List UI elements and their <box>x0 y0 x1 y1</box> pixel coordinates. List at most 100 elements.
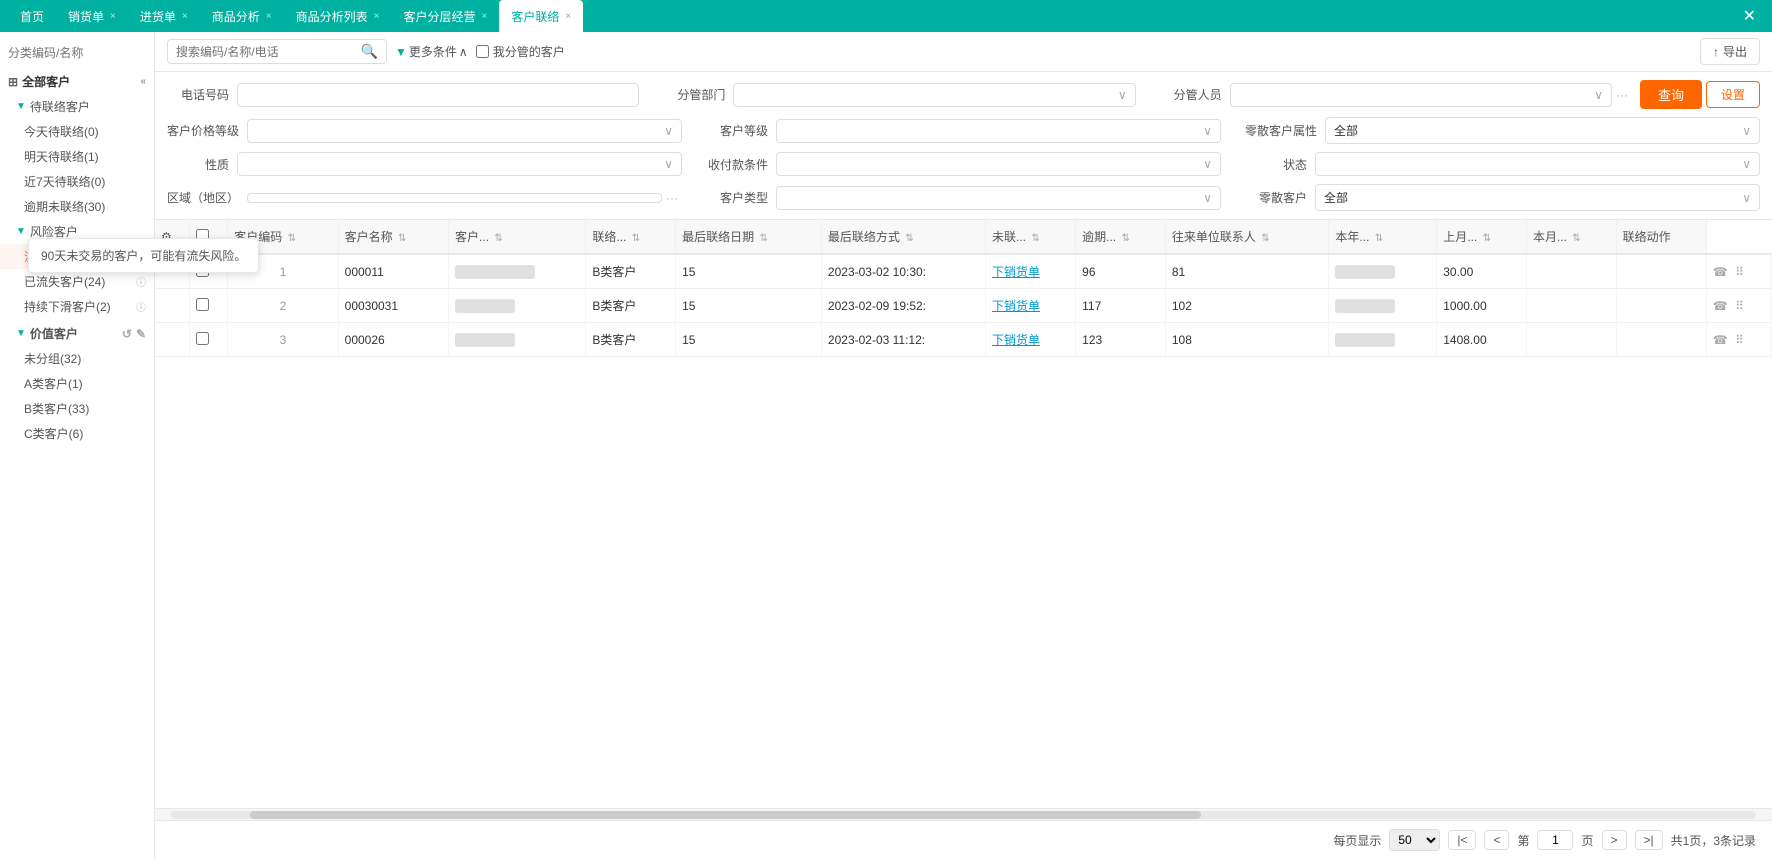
row-last-contact-date: 2023-02-03 11:12: <box>821 323 985 357</box>
more-button[interactable]: ··· <box>1612 88 1632 102</box>
refresh-icon[interactable]: ↺ <box>122 327 132 341</box>
close-icon[interactable]: × <box>182 11 188 22</box>
filter-phone-input[interactable] <box>237 83 639 107</box>
query-button[interactable]: 查询 <box>1640 80 1702 109</box>
row-last-contact-type[interactable]: 下销货单 <box>986 323 1076 357</box>
filter-nature-select[interactable]: ∨ <box>237 152 682 176</box>
row-last-contact-type[interactable]: 下销货单 <box>986 254 1076 289</box>
sidebar-item-a-class[interactable]: A类客户(1) <box>0 371 154 396</box>
filter-retail-attr-select[interactable]: 全部 ∨ <box>1325 117 1760 144</box>
chevron-down-icon: ∨ <box>1118 88 1127 102</box>
th-contact-person: 往来单位联系人 ⇅ <box>1165 220 1329 254</box>
more-button[interactable]: ··· <box>662 191 682 205</box>
row-last-month <box>1526 254 1616 289</box>
row-type: B类客户 <box>586 289 676 323</box>
chevron-down-icon: ∨ <box>664 124 673 138</box>
close-icon[interactable]: × <box>266 11 272 22</box>
info-icon: ⓘ <box>136 299 146 314</box>
my-customers-checkbox[interactable] <box>476 45 489 58</box>
scrollbar-track <box>171 811 1756 819</box>
row-checkbox[interactable] <box>196 332 209 345</box>
th-type: 客户... ⇅ <box>449 220 586 254</box>
last-page-button[interactable]: >| <box>1635 830 1663 850</box>
row-contact-person <box>1329 323 1437 357</box>
close-icon[interactable]: × <box>481 11 487 22</box>
contact-action-icon[interactable]: ☎ <box>1713 333 1728 347</box>
filter-manager-select[interactable]: ∨ <box>1230 83 1612 107</box>
sidebar-item-today-contact[interactable]: 今天待联络(0) <box>0 119 154 144</box>
filter-retail-customer-select[interactable]: 全部 ∨ <box>1315 184 1760 211</box>
close-icon[interactable]: × <box>110 11 116 22</box>
row-this-month <box>1616 289 1706 323</box>
window-close-button[interactable]: ✕ <box>1735 6 1764 26</box>
row-type: B类客户 <box>586 323 676 357</box>
row-checkbox[interactable] <box>196 298 209 311</box>
sidebar-item-overdue-contact[interactable]: 逾期未联络(30) <box>0 194 154 219</box>
sidebar-item-week-contact[interactable]: 近7天待联络(0) <box>0 169 154 194</box>
edit-icon[interactable]: ✎ <box>136 327 146 341</box>
th-last-month: 上月... ⇅ <box>1437 220 1527 254</box>
arrow-down-icon: ▼ <box>16 328 26 339</box>
horizontal-scrollbar[interactable] <box>155 808 1772 820</box>
settings-button[interactable]: 设置 <box>1706 81 1760 108</box>
nav-customer-contact[interactable]: 客户联络 × <box>499 0 583 32</box>
sidebar-search-input[interactable] <box>8 46 155 60</box>
sidebar-group-value-customers[interactable]: ▼ 价值客户 ↺ ✎ <box>0 319 154 346</box>
row-contact-count: 15 <box>676 323 822 357</box>
row-code: 000026 <box>338 323 448 357</box>
chevron-down-icon: ∨ <box>1203 124 1212 138</box>
close-icon[interactable]: × <box>374 11 380 22</box>
export-button[interactable]: ↑ 导出 <box>1700 38 1760 65</box>
sidebar-search-wrap: 🔍 <box>0 40 154 65</box>
sidebar-item-c-class[interactable]: C类客户(6) <box>0 421 154 446</box>
row-this-year: 1408.00 <box>1437 323 1527 357</box>
nav-sales-order[interactable]: 销货单 × <box>56 0 128 32</box>
row-last-contact-type[interactable]: 下销货单 <box>986 289 1076 323</box>
first-page-button[interactable]: |< <box>1448 830 1476 850</box>
filter-payment-select[interactable]: ∨ <box>776 152 1221 176</box>
th-uncontacted: 未联... ⇅ <box>986 220 1076 254</box>
page-size-select[interactable]: 50 100 200 <box>1389 829 1440 851</box>
search-button[interactable]: 🔍 <box>361 43 378 60</box>
filter-region-select[interactable] <box>247 193 662 203</box>
filter-price-level-select[interactable]: ∨ <box>247 119 682 143</box>
more-conditions-button[interactable]: ▼ 更多条件 ∧ <box>395 43 468 60</box>
sidebar-item-tomorrow-contact[interactable]: 明天待联络(1) <box>0 144 154 169</box>
all-customers-section[interactable]: ⊞ 全部客户 « <box>0 69 154 94</box>
sidebar-group-pending-contact[interactable]: ▼ 待联络客户 <box>0 94 154 119</box>
filter-customer-level-select[interactable]: ∨ <box>776 119 1221 143</box>
search-input[interactable] <box>176 45 361 59</box>
page-number-input[interactable] <box>1537 830 1573 850</box>
prev-page-button[interactable]: < <box>1484 830 1509 850</box>
contact-action-icon[interactable]: ☎ <box>1713 265 1728 279</box>
more-action-icon[interactable]: ⠿ <box>1735 333 1744 347</box>
filter-row-1: 电话号码 分管部门 ∨ 分管人员 ∨ <box>167 80 1760 109</box>
nav-product-analysis-list[interactable]: 商品分析列表 × <box>284 0 392 32</box>
row-name <box>449 323 586 357</box>
row-settings-cell <box>155 289 189 323</box>
nav-purchase-order[interactable]: 进货单 × <box>128 0 200 32</box>
row-code: 00030031 <box>338 289 448 323</box>
filter-row-3: 性质 ∨ 收付款条件 ∨ 状态 <box>167 152 1760 176</box>
row-overdue: 108 <box>1165 323 1329 357</box>
sidebar-item-b-class[interactable]: B类客户(33) <box>0 396 154 421</box>
page-size-label: 每页显示 <box>1333 832 1381 849</box>
sidebar-item-declining[interactable]: 持续下滑客户(2) ⓘ <box>0 294 154 319</box>
filter-status-select[interactable]: ∨ <box>1315 152 1760 176</box>
more-action-icon[interactable]: ⠿ <box>1735 265 1744 279</box>
filter-payment-terms: 收付款条件 ∨ <box>706 152 1221 176</box>
nav-customer-segmentation[interactable]: 客户分层经营 × <box>391 0 499 32</box>
row-this-month <box>1616 254 1706 289</box>
filter-dept-select[interactable]: ∨ <box>733 83 1135 107</box>
nav-product-analysis[interactable]: 商品分析 × <box>200 0 284 32</box>
close-icon[interactable]: × <box>565 11 571 22</box>
next-page-button[interactable]: > <box>1602 830 1627 850</box>
contact-action-icon[interactable]: ☎ <box>1713 299 1728 313</box>
th-name: 客户名称 ⇅ <box>338 220 448 254</box>
scrollbar-thumb[interactable] <box>250 811 1201 819</box>
nav-home[interactable]: 首页 <box>8 0 56 32</box>
more-action-icon[interactable]: ⠿ <box>1735 299 1744 313</box>
filter-customer-type-select[interactable]: ∨ <box>776 186 1221 210</box>
sidebar-item-ungrouped[interactable]: 未分组(32) <box>0 346 154 371</box>
row-checkbox-cell <box>189 323 227 357</box>
